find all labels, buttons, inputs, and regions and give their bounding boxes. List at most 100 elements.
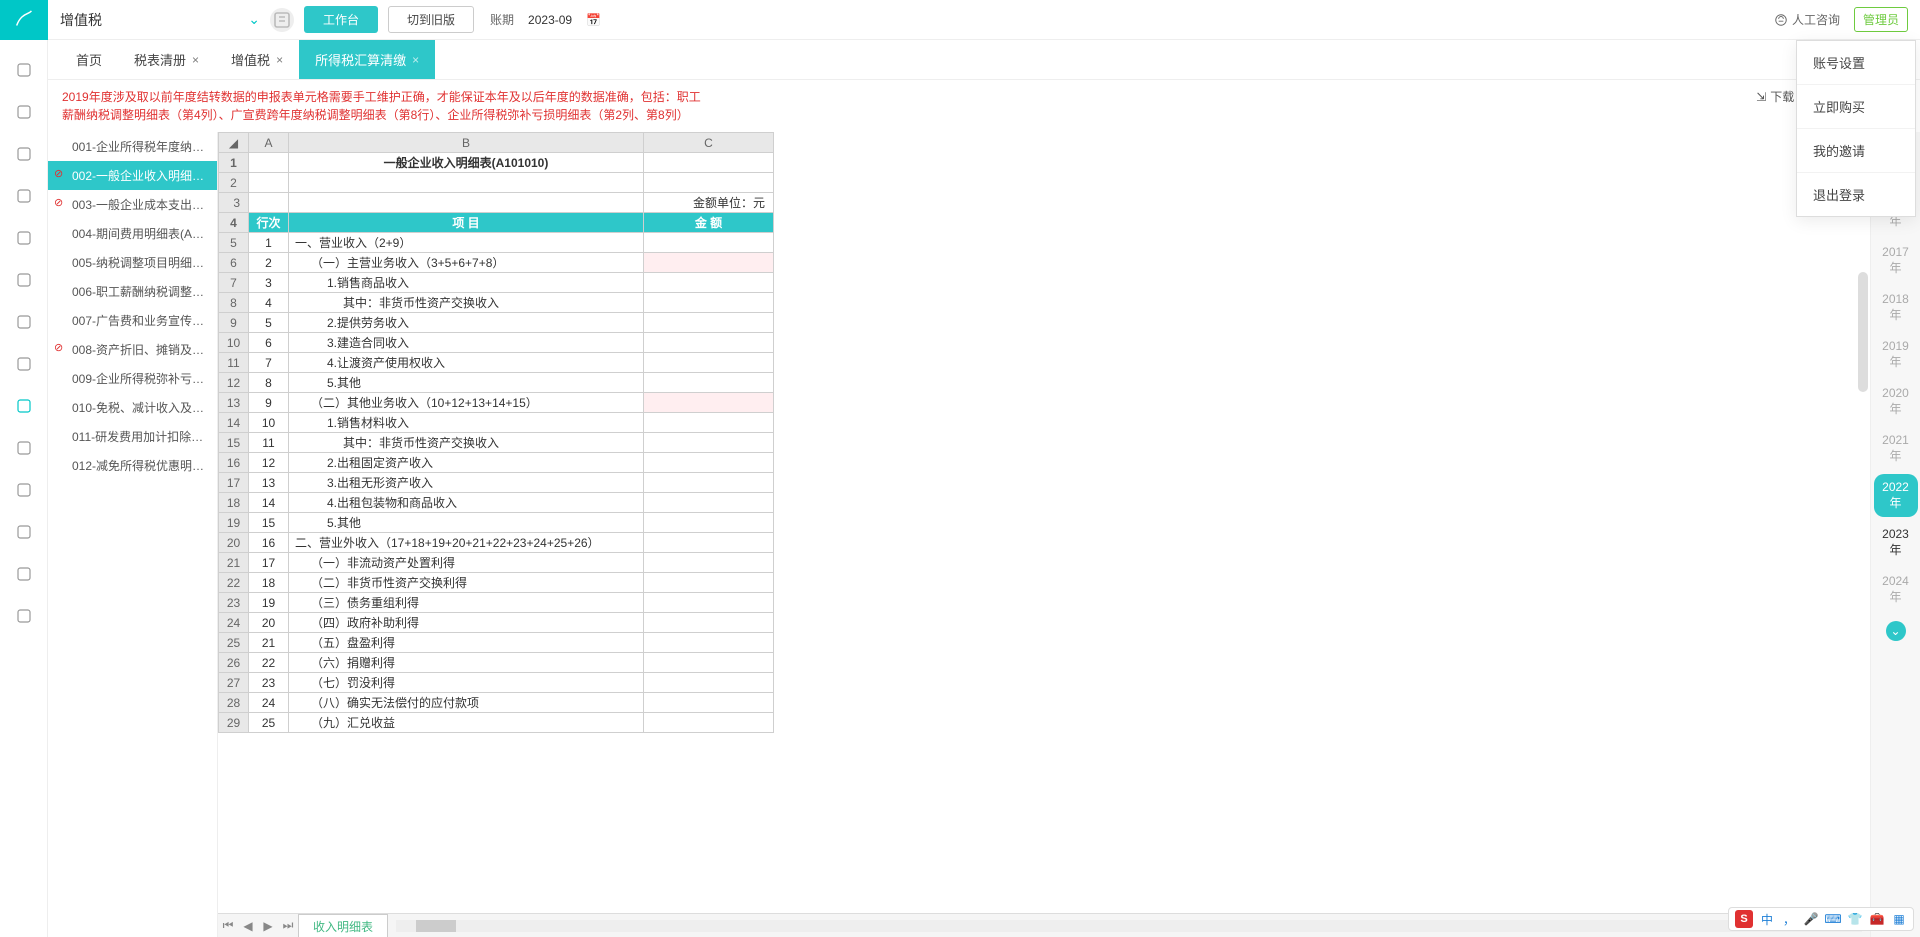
- form-item-2[interactable]: 003-一般企业成本支出明细...: [48, 190, 217, 219]
- font-icon[interactable]: [6, 304, 42, 340]
- row-index[interactable]: 20: [249, 613, 289, 633]
- row-item[interactable]: 4.出租包装物和商品收入: [289, 493, 644, 513]
- row-item[interactable]: （一）非流动资产处置利得: [289, 553, 644, 573]
- row-amount[interactable]: [644, 393, 774, 413]
- row-amount[interactable]: [644, 433, 774, 453]
- row-amount[interactable]: [644, 293, 774, 313]
- sheet-nav-first-icon[interactable]: ⏮: [218, 918, 238, 933]
- row-amount[interactable]: [644, 713, 774, 733]
- row-item[interactable]: 1.销售材料收入: [289, 413, 644, 433]
- user-menu-item-0[interactable]: 账号设置: [1797, 41, 1915, 85]
- tab-2[interactable]: 增值税×: [215, 40, 299, 79]
- row-amount[interactable]: [644, 373, 774, 393]
- user-menu-item-3[interactable]: 退出登录: [1797, 173, 1915, 216]
- row-index[interactable]: 22: [249, 653, 289, 673]
- row-amount[interactable]: [644, 553, 774, 573]
- ime-grid-icon[interactable]: ▦: [1891, 911, 1907, 927]
- row-item[interactable]: 4.让渡资产使用权收入: [289, 353, 644, 373]
- form-item-4[interactable]: 005-纳税调整项目明细表(A...: [48, 248, 217, 277]
- row-item[interactable]: （九）汇兑收益: [289, 713, 644, 733]
- grid-table[interactable]: ◢ A B C 1一般企业收入明细表(A101010)23金额单位：元4行次项 …: [218, 132, 774, 733]
- form-item-10[interactable]: 011-研发费用加计扣除优惠...: [48, 422, 217, 451]
- col-header-a[interactable]: A: [249, 133, 289, 153]
- tab-0[interactable]: 首页: [60, 40, 118, 79]
- smile-icon[interactable]: [6, 388, 42, 424]
- row-index[interactable]: 1: [249, 233, 289, 253]
- row-item[interactable]: （一）主营业务收入（3+5+6+7+8）: [289, 253, 644, 273]
- form-item-11[interactable]: 012-减免所得税优惠明细表(...: [48, 451, 217, 480]
- row-item[interactable]: 二、营业外收入（17+18+19+20+21+22+23+24+25+26）: [289, 533, 644, 553]
- row-amount[interactable]: [644, 353, 774, 373]
- row-index[interactable]: 10: [249, 413, 289, 433]
- row-item[interactable]: 1.销售商品收入: [289, 273, 644, 293]
- form-item-3[interactable]: 004-期间费用明细表(A1040...: [48, 219, 217, 248]
- row-item[interactable]: （二）非货币性资产交换利得: [289, 573, 644, 593]
- row-amount[interactable]: [644, 653, 774, 673]
- row-amount[interactable]: [644, 533, 774, 553]
- row-index[interactable]: 24: [249, 693, 289, 713]
- workspace-button[interactable]: 工作台: [304, 6, 378, 33]
- row-index[interactable]: 14: [249, 493, 289, 513]
- row-amount[interactable]: [644, 273, 774, 293]
- year-2023年[interactable]: 2023年: [1874, 521, 1918, 564]
- admin-button[interactable]: 管理员: [1854, 7, 1908, 32]
- ime-punct-icon[interactable]: ，: [1781, 911, 1797, 927]
- row-item[interactable]: 3.出租无形资产收入: [289, 473, 644, 493]
- row-index[interactable]: 9: [249, 393, 289, 413]
- image-icon[interactable]: [6, 346, 42, 382]
- year-2022年[interactable]: 2022年: [1874, 474, 1918, 517]
- row-index[interactable]: 16: [249, 533, 289, 553]
- v-icon[interactable]: [6, 598, 42, 634]
- sheet-nav-last-icon[interactable]: ⏭: [278, 918, 298, 933]
- horizontal-scrollbar[interactable]: [396, 920, 1862, 932]
- row-index[interactable]: 15: [249, 513, 289, 533]
- row-amount[interactable]: [644, 613, 774, 633]
- row-index[interactable]: 7: [249, 353, 289, 373]
- form-item-5[interactable]: 006-职工薪酬纳税调整明细...: [48, 277, 217, 306]
- play-icon[interactable]: [6, 556, 42, 592]
- row-item[interactable]: 3.建造合同收入: [289, 333, 644, 353]
- vertical-scrollbar[interactable]: [1858, 272, 1868, 883]
- ime-toolbox-icon[interactable]: 🧰: [1869, 911, 1885, 927]
- form-item-7[interactable]: 008-资产折旧、摊销及纳税...: [48, 335, 217, 364]
- row-item[interactable]: （二）其他业务收入（10+12+13+14+15）: [289, 393, 644, 413]
- row-item[interactable]: （五）盘盈利得: [289, 633, 644, 653]
- col-header-b[interactable]: B: [289, 133, 644, 153]
- row-amount[interactable]: [644, 253, 774, 273]
- row-item[interactable]: 一、营业收入（2+9）: [289, 233, 644, 253]
- calendar-icon[interactable]: 📅: [586, 13, 601, 27]
- row-index[interactable]: 3: [249, 273, 289, 293]
- row-index[interactable]: 4: [249, 293, 289, 313]
- year-2024年[interactable]: 2024年: [1874, 568, 1918, 611]
- row-amount[interactable]: [644, 493, 774, 513]
- form-item-0[interactable]: 001-企业所得税年度纳税申...: [48, 132, 217, 161]
- sheet-nav-next-icon[interactable]: ▶: [258, 919, 278, 933]
- clipboard-icon[interactable]: [6, 220, 42, 256]
- row-index[interactable]: 6: [249, 333, 289, 353]
- year-2018年[interactable]: 2018年: [1874, 286, 1918, 329]
- row-amount[interactable]: [644, 313, 774, 333]
- download-button[interactable]: ⇲下载: [1756, 88, 1794, 105]
- row-amount[interactable]: [644, 593, 774, 613]
- period-value[interactable]: 2023-09: [528, 13, 572, 27]
- row-index[interactable]: 23: [249, 673, 289, 693]
- ime-badge-icon[interactable]: S: [1735, 910, 1753, 928]
- inbox-icon[interactable]: [6, 472, 42, 508]
- row-index[interactable]: 21: [249, 633, 289, 653]
- row-item[interactable]: 2.出租固定资产收入: [289, 453, 644, 473]
- row-item[interactable]: （七）罚没利得: [289, 673, 644, 693]
- row-amount[interactable]: [644, 673, 774, 693]
- form-item-1[interactable]: 002-一般企业收入明细表(A1...: [48, 161, 217, 190]
- row-index[interactable]: 25: [249, 713, 289, 733]
- module-select[interactable]: 增值税 ⌄: [60, 10, 260, 30]
- form-item-6[interactable]: 007-广告费和业务宣传费跨...: [48, 306, 217, 335]
- row-index[interactable]: 11: [249, 433, 289, 453]
- ime-lang[interactable]: 中: [1759, 911, 1775, 927]
- row-amount[interactable]: [644, 633, 774, 653]
- tab-1[interactable]: 税表清册×: [118, 40, 215, 79]
- row-item[interactable]: 其中：非货币性资产交换收入: [289, 433, 644, 453]
- form-item-8[interactable]: 009-企业所得税弥补亏损明...: [48, 364, 217, 393]
- switch-old-button[interactable]: 切到旧版: [388, 6, 474, 33]
- row-item[interactable]: 5.其他: [289, 373, 644, 393]
- year-2019年[interactable]: 2019年: [1874, 333, 1918, 376]
